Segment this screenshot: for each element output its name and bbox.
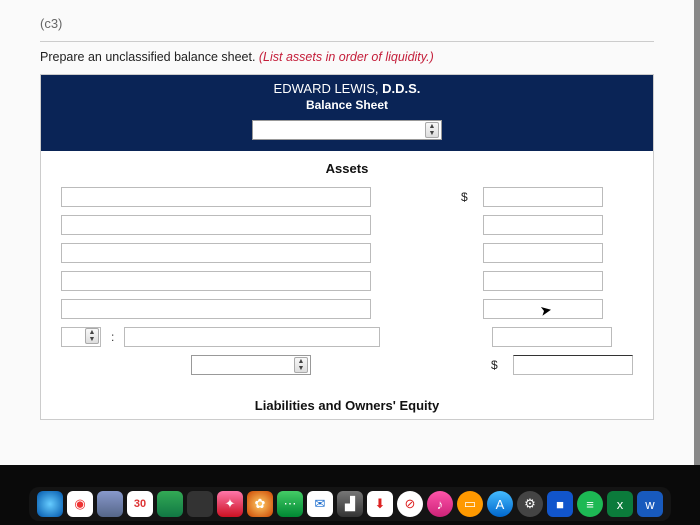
app-icon[interactable]	[97, 491, 123, 517]
instruction-plain: Prepare an unclassified balance sheet.	[40, 50, 259, 64]
asset-label-input[interactable]	[61, 215, 371, 235]
asset-row	[61, 214, 633, 236]
adjustment-amount-input[interactable]	[492, 327, 612, 347]
stepper-icon[interactable]	[425, 122, 439, 138]
finder-icon[interactable]	[37, 491, 63, 517]
spotify-icon[interactable]: ≡	[577, 491, 603, 517]
sheet-title: Balance Sheet	[41, 98, 653, 112]
appstore-icon[interactable]: A	[487, 491, 513, 517]
company-prefix: EDWARD LEWIS,	[274, 81, 383, 96]
app-icon[interactable]: ⬇	[367, 491, 393, 517]
asset-row	[61, 242, 633, 264]
books-icon[interactable]: ▭	[457, 491, 483, 517]
asset-label-input[interactable]	[61, 243, 371, 263]
liabilities-heading: Liabilities and Owners' Equity	[41, 388, 653, 419]
asset-label-input[interactable]	[61, 187, 371, 207]
mail-icon[interactable]: ✉	[307, 491, 333, 517]
macos-dock: ◉ 30 ✦ ✿ ⋯ ✉ ▟ ⬇ ⊘ ♪ ▭ A ⚙ ■ ≡ x w	[29, 487, 671, 521]
instruction-hint: (List assets in order of liquidity.)	[259, 50, 434, 64]
app-icon[interactable]: ⊘	[397, 491, 423, 517]
app-icon[interactable]	[187, 491, 213, 517]
worksheet-page: (c3) Prepare an unclassified balance she…	[0, 0, 700, 465]
company-suffix: D.D.S.	[382, 81, 420, 96]
messages-icon[interactable]: ⋯	[277, 491, 303, 517]
assets-rows: $	[41, 182, 653, 388]
question-label: (c3)	[40, 10, 654, 41]
chrome-icon[interactable]: ◉	[67, 491, 93, 517]
adjustment-row: :	[61, 326, 633, 348]
app-icon[interactable]	[157, 491, 183, 517]
asset-label-input[interactable]	[61, 271, 371, 291]
app-icon[interactable]: ■	[547, 491, 573, 517]
total-amount-input[interactable]	[513, 355, 633, 375]
stepper-icon[interactable]	[85, 328, 99, 344]
asset-row	[61, 270, 633, 292]
mouse-cursor-icon: ➤	[539, 301, 554, 320]
currency-symbol: $	[491, 358, 503, 372]
date-select[interactable]	[252, 120, 442, 140]
date-select-row	[41, 116, 653, 151]
asset-amount-input[interactable]	[483, 243, 603, 263]
stepper-icon[interactable]	[294, 357, 308, 373]
asset-row: $	[61, 186, 633, 208]
settings-icon[interactable]: ⚙	[517, 491, 543, 517]
total-row: $	[61, 354, 633, 376]
adjustment-label-input[interactable]	[124, 327, 380, 347]
app-icon[interactable]: ✦	[217, 491, 243, 517]
asset-amount-input[interactable]	[483, 215, 603, 235]
asset-amount-input[interactable]	[483, 271, 603, 291]
calendar-day: 30	[134, 498, 146, 510]
instruction-text: Prepare an unclassified balance sheet. (…	[40, 41, 654, 74]
balance-sheet-worksheet: EDWARD LEWIS, D.D.S. Balance Sheet Asset…	[40, 74, 654, 420]
total-label-select[interactable]	[191, 355, 311, 375]
app-icon[interactable]: ▟	[337, 491, 363, 517]
assets-heading: Assets	[41, 151, 653, 182]
currency-symbol: $	[461, 190, 473, 204]
sign-select[interactable]	[61, 327, 101, 347]
photos-icon[interactable]: ✿	[247, 491, 273, 517]
colon: :	[111, 330, 114, 344]
calendar-icon[interactable]: 30	[127, 491, 153, 517]
asset-amount-input[interactable]	[483, 187, 603, 207]
sheet-header: EDWARD LEWIS, D.D.S. Balance Sheet	[41, 75, 653, 116]
music-icon[interactable]: ♪	[427, 491, 453, 517]
excel-icon[interactable]: x	[607, 491, 633, 517]
word-icon[interactable]: w	[637, 491, 663, 517]
company-name: EDWARD LEWIS, D.D.S.	[41, 81, 653, 96]
asset-label-input[interactable]	[61, 299, 371, 319]
